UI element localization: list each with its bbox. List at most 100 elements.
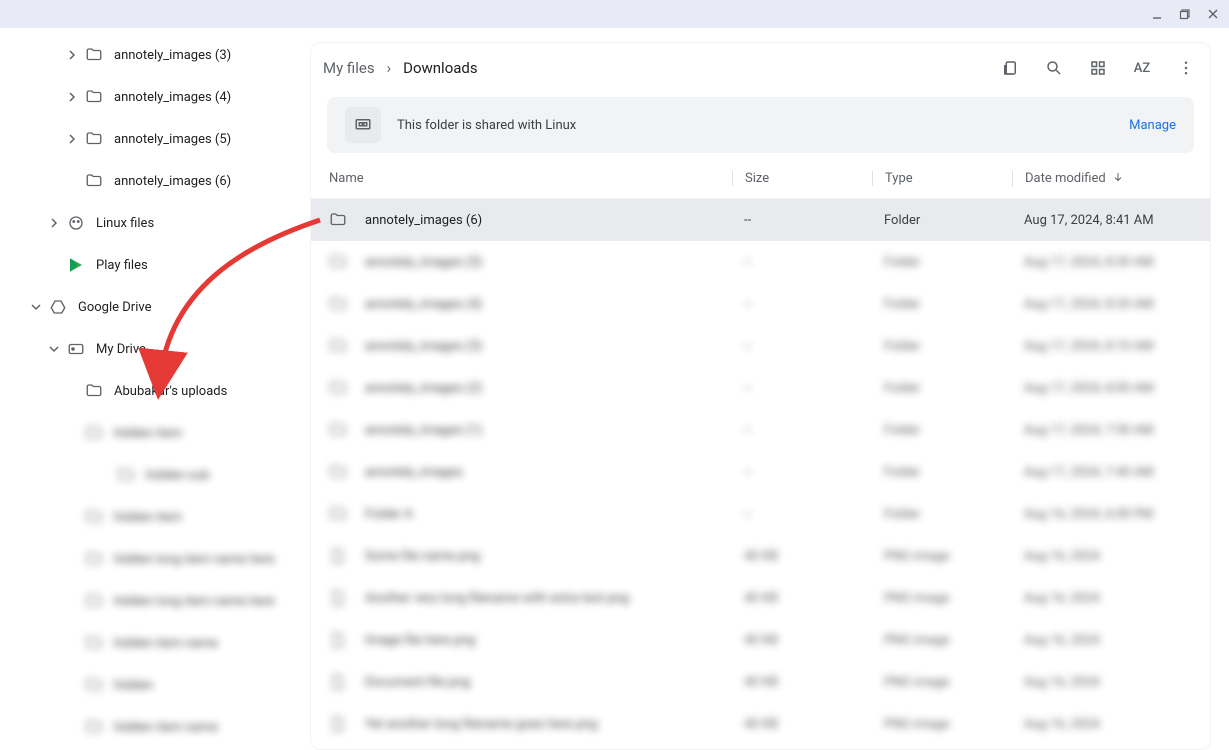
sidebar-item-label: hidden item name — [114, 636, 218, 651]
expand-icon[interactable] — [66, 679, 78, 691]
expand-icon[interactable] — [66, 49, 78, 61]
file-name: annotely_images (2) — [365, 381, 482, 396]
sidebar-item[interactable]: Abubakar's uploads — [0, 370, 300, 412]
file-type: PNG image — [872, 675, 1012, 690]
table-row[interactable]: Image file here.png40 KBPNG imageAug 16,… — [311, 619, 1210, 661]
file-name: Yet another long filename goes here.png — [365, 717, 598, 732]
expand-icon[interactable] — [30, 301, 42, 313]
breadcrumb-root[interactable]: My files — [323, 59, 375, 77]
sidebar-item[interactable]: annotely_images (3) — [0, 34, 300, 76]
sidebar-item[interactable]: Google Drive — [0, 286, 300, 328]
file-size: -- — [732, 297, 872, 312]
folder-icon — [84, 45, 104, 65]
col-size[interactable]: Size — [732, 171, 872, 186]
sidebar-item[interactable]: hidden sub — [0, 454, 300, 496]
sidebar-item-label: hidden — [114, 678, 153, 693]
close-button[interactable] — [1203, 4, 1223, 24]
file-name: Image file here.png — [365, 633, 475, 648]
file-type: Folder — [872, 255, 1012, 270]
table-row[interactable]: Some file name.png40 KBPNG imageAug 16, … — [311, 535, 1210, 577]
sidebar-item[interactable]: hidden item name — [0, 706, 300, 748]
expand-icon[interactable] — [48, 259, 60, 271]
expand-icon[interactable] — [66, 553, 78, 565]
sidebar-item[interactable]: hidden long item name here — [0, 580, 300, 622]
expand-icon[interactable] — [48, 343, 60, 355]
search-button[interactable] — [1042, 56, 1066, 80]
folder-icon — [84, 633, 104, 653]
sidebar-item[interactable]: Play files — [0, 244, 300, 286]
file-type: PNG image — [872, 717, 1012, 732]
sidebar-item-label: annotely_images (5) — [114, 132, 231, 147]
folder-icon — [84, 129, 104, 149]
table-row[interactable]: annotely_images (5)--FolderAug 17, 2024,… — [311, 241, 1210, 283]
expand-icon[interactable] — [98, 469, 110, 481]
table-row[interactable]: Document file.png40 KBPNG imageAug 16, 2… — [311, 661, 1210, 703]
expand-icon[interactable] — [66, 133, 78, 145]
sidebar-item[interactable]: hidden — [0, 664, 300, 706]
file-icon — [329, 589, 347, 607]
sidebar-item[interactable]: annotely_images (4) — [0, 76, 300, 118]
minimize-button[interactable] — [1147, 4, 1167, 24]
file-size: -- — [732, 423, 872, 438]
table-row[interactable]: annotely_images (3)--FolderAug 17, 2024,… — [311, 325, 1210, 367]
table-row[interactable]: annotely_images (4)--FolderAug 17, 2024,… — [311, 283, 1210, 325]
folder-icon — [116, 465, 136, 485]
grid-view-button[interactable] — [1086, 56, 1110, 80]
sidebar-item[interactable]: hidden item — [0, 496, 300, 538]
expand-icon[interactable] — [66, 427, 78, 439]
file-name: annotely_images — [365, 465, 463, 480]
expand-icon[interactable] — [66, 595, 78, 607]
file-date: Aug 17, 2024, 8:20 AM — [1012, 297, 1192, 312]
folder-icon — [329, 337, 347, 355]
sidebar-item[interactable]: Linux files — [0, 202, 300, 244]
expand-icon[interactable] — [66, 175, 78, 187]
sidebar-item[interactable]: My Drive — [0, 328, 300, 370]
play-icon — [66, 255, 86, 275]
col-type[interactable]: Type — [872, 171, 1012, 186]
folder-icon — [84, 507, 104, 527]
main-panel: My files › Downloads AZ — [300, 28, 1229, 750]
sidebar-item[interactable]: hidden long item name here — [0, 538, 300, 580]
table-row[interactable]: annotely_images (6)--FolderAug 17, 2024,… — [311, 199, 1210, 241]
sidebar-item-label: hidden item — [114, 426, 182, 441]
sidebar-item[interactable]: hidden item name — [0, 622, 300, 664]
expand-icon[interactable] — [66, 91, 78, 103]
table-row[interactable]: Folder A--FolderAug 16, 2024, 6:00 PM — [311, 493, 1210, 535]
table-row[interactable]: annotely_images (1)--FolderAug 17, 2024,… — [311, 409, 1210, 451]
sidebar-item[interactable]: annotely_images (5) — [0, 118, 300, 160]
table-row[interactable]: Yet another long filename goes here.png4… — [311, 703, 1210, 745]
folder-icon — [84, 717, 104, 737]
file-type: Folder — [872, 297, 1012, 312]
file-type: Folder — [872, 339, 1012, 354]
sidebar-item[interactable]: hidden item — [0, 412, 300, 454]
table-row[interactable]: Another very long filename with extra te… — [311, 577, 1210, 619]
sidebar-item-label: My Drive — [96, 342, 146, 357]
folder-icon — [329, 421, 347, 439]
expand-icon[interactable] — [66, 511, 78, 523]
maximize-button[interactable] — [1175, 4, 1195, 24]
sort-button[interactable]: AZ — [1130, 56, 1154, 80]
table-row[interactable]: annotely_images (2)--FolderAug 17, 2024,… — [311, 367, 1210, 409]
file-size: 40 KB — [732, 633, 872, 648]
sidebar-item-label: Google Drive — [78, 300, 151, 315]
file-date: Aug 16, 2024 — [1012, 591, 1192, 606]
sidebar-item[interactable]: annotely_images (6) — [0, 160, 300, 202]
col-date[interactable]: Date modified — [1012, 171, 1192, 187]
expand-icon[interactable] — [48, 217, 60, 229]
expand-icon[interactable] — [66, 385, 78, 397]
clipboard-button[interactable] — [998, 56, 1022, 80]
more-button[interactable] — [1174, 56, 1198, 80]
file-name: annotely_images (3) — [365, 339, 482, 354]
table-row[interactable]: annotely_images--FolderAug 17, 2024, 7:4… — [311, 451, 1210, 493]
file-size: 40 KB — [732, 549, 872, 564]
expand-icon[interactable] — [66, 637, 78, 649]
col-name[interactable]: Name — [329, 171, 732, 186]
folder-icon — [84, 423, 104, 443]
manage-link[interactable]: Manage — [1129, 118, 1176, 133]
file-type: Folder — [872, 465, 1012, 480]
breadcrumb-current[interactable]: Downloads — [403, 59, 478, 77]
file-size: -- — [732, 255, 872, 270]
expand-icon[interactable] — [66, 721, 78, 733]
sidebar-item-label: Play files — [96, 258, 148, 273]
file-date: Aug 17, 2024, 7:40 AM — [1012, 465, 1192, 480]
